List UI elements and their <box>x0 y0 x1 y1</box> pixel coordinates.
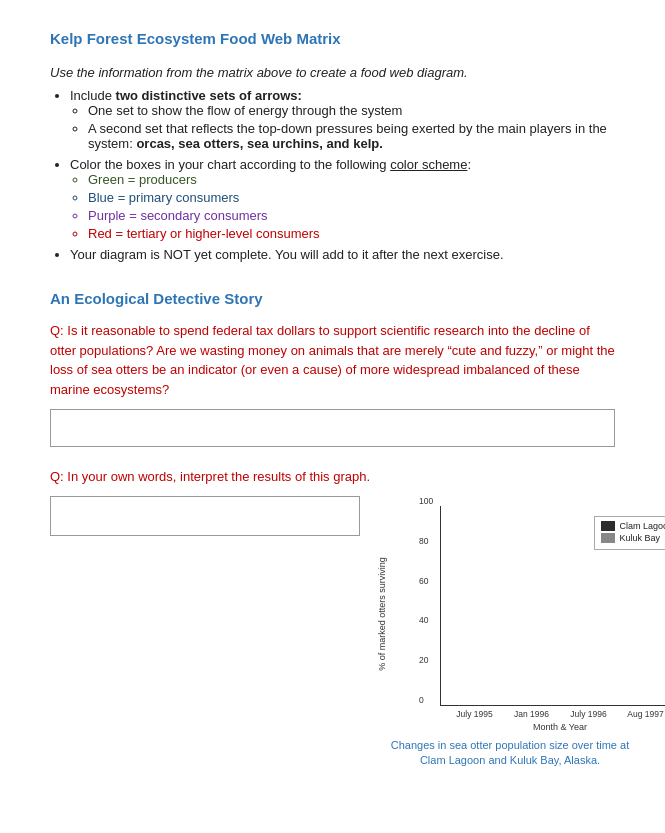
bullet-color: Color the boxes in your chart according … <box>70 157 615 241</box>
arrow-bullet-1: One set to show the flow of energy throu… <box>88 103 615 118</box>
x-label-1: July 1995 <box>448 709 501 720</box>
legend-swatch-dark <box>601 521 615 531</box>
legend-swatch-gray <box>601 533 615 543</box>
color-red: Red = tertiary or higher-level consumers <box>88 226 615 241</box>
question-1-text: Q: Is it reasonable to spend federal tax… <box>50 321 615 399</box>
x-label-2: Jan 1996 <box>505 709 558 720</box>
instructions-text: Use the information from the matrix abov… <box>50 65 615 80</box>
question-2-text: Q: In your own words, interpret the resu… <box>50 469 615 484</box>
y-tick-80: 80 <box>419 536 428 546</box>
chart-area: 100 80 60 40 20 0 Clam Lagoon <box>440 506 665 706</box>
answer-box-1[interactable] <box>50 409 615 447</box>
answer-box-2[interactable] <box>50 496 360 536</box>
main-bullet-list: Include two distinctive sets of arrows: … <box>50 88 615 262</box>
q2-right: % of marked otters surviving 100 80 60 4… <box>380 496 640 769</box>
color-blue: Blue = primary consumers <box>88 190 615 205</box>
legend-item-1: Clam Lagoon <box>601 521 665 531</box>
chart-container: % of marked otters surviving 100 80 60 4… <box>380 496 640 769</box>
legend-label-2: Kuluk Bay <box>619 533 660 543</box>
chart-legend: Clam Lagoon Kuluk Bay <box>594 516 665 550</box>
x-label-4: Aug 1997 <box>619 709 665 720</box>
y-axis-label: % of marked otters surviving <box>377 557 387 671</box>
bullet-not-yet: Your diagram is NOT yet complete. You wi… <box>70 247 615 262</box>
color-green: Green = producers <box>88 172 615 187</box>
y-tick-0: 0 <box>419 695 424 705</box>
color-sublist: Green = producers Blue = primary consume… <box>70 172 615 241</box>
y-tick-20: 20 <box>419 655 428 665</box>
arrow-bullet-2: A second set that reflects the top-down … <box>88 121 615 151</box>
y-tick-60: 60 <box>419 576 428 586</box>
chart-caption: Changes in sea otter population size ove… <box>380 738 640 769</box>
include-label: Include <box>70 88 112 103</box>
legend-item-2: Kuluk Bay <box>601 533 665 543</box>
page-title: Kelp Forest Ecosystem Food Web Matrix <box>50 30 615 47</box>
bullet-include: Include two distinctive sets of arrows: … <box>70 88 615 151</box>
arrows-sublist: One set to show the flow of energy throu… <box>70 103 615 151</box>
q2-row: % of marked otters surviving 100 80 60 4… <box>50 496 615 769</box>
x-label-3: July 1996 <box>562 709 615 720</box>
legend-label-1: Clam Lagoon <box>619 521 665 531</box>
y-tick-40: 40 <box>419 615 428 625</box>
chart-wrapper: % of marked otters surviving 100 80 60 4… <box>380 496 640 732</box>
color-purple: Purple = secondary consumers <box>88 208 615 223</box>
section2-title: An Ecological Detective Story <box>50 290 615 307</box>
x-axis-title: Month & Year <box>440 722 665 732</box>
x-axis-labels: July 1995 Jan 1996 July 1996 Aug 1997 <box>440 709 665 720</box>
bold-arrows: two distinctive sets of arrows: <box>116 88 302 103</box>
q2-left <box>50 496 360 536</box>
y-tick-100: 100 <box>419 496 433 506</box>
